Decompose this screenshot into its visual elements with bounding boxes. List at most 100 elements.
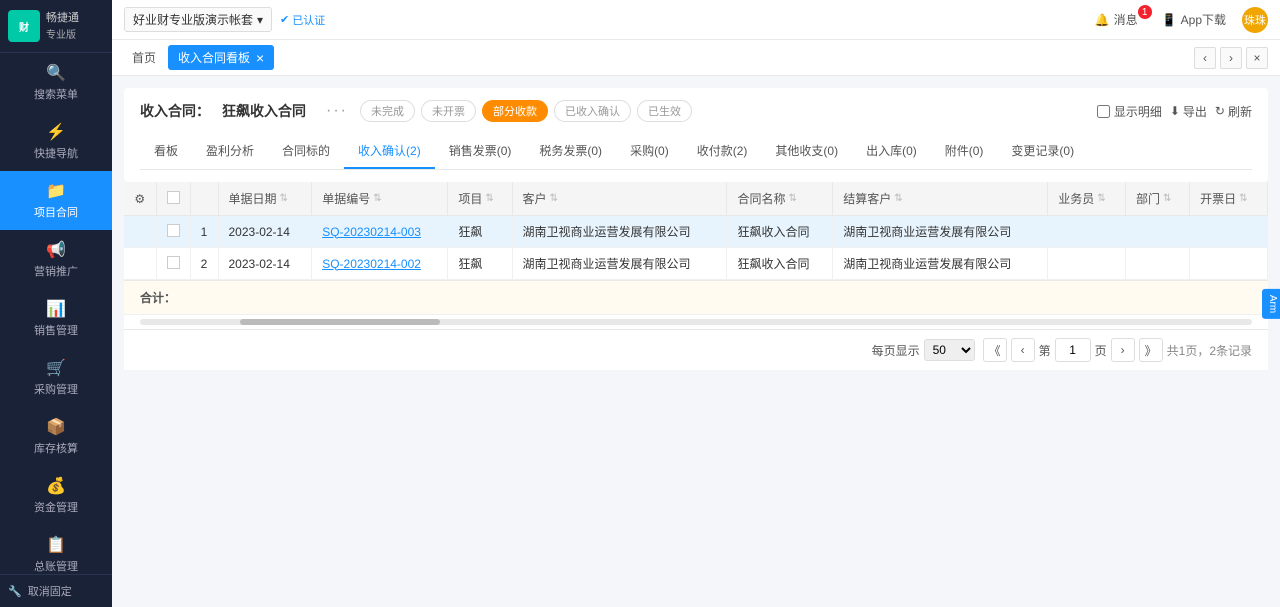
export-button[interactable]: ⬇ 导出: [1170, 103, 1207, 120]
sidebar-item-quick-nav[interactable]: ⚡ 快捷导航: [0, 112, 112, 171]
scrollbar-track[interactable]: [140, 319, 1252, 325]
app-label: App下载: [1181, 11, 1226, 28]
show-detail-label: 显示明细: [1114, 103, 1162, 120]
cell-doc-no[interactable]: SQ-20230214-002: [312, 248, 448, 280]
th-salesperson[interactable]: 业务员⇅: [1048, 182, 1126, 216]
tab-close-button[interactable]: ×: [256, 50, 264, 66]
sidebar-item-inventory[interactable]: 📦 库存核算: [0, 407, 112, 466]
th-checkbox[interactable]: [156, 182, 190, 216]
row-checkbox[interactable]: [167, 256, 180, 269]
status-effective[interactable]: 已生效: [637, 100, 692, 122]
marketing-icon: 📢: [46, 240, 66, 260]
cell-settings: [124, 216, 156, 248]
page-first-button[interactable]: 《: [983, 338, 1007, 362]
page-last-button[interactable]: 》: [1139, 338, 1163, 362]
doc-no-link[interactable]: SQ-20230214-003: [322, 225, 421, 239]
tab-dashboard[interactable]: 看板: [140, 134, 192, 169]
table-footer: 合计：: [124, 280, 1268, 314]
th-settlement-label: 结算客户: [843, 190, 891, 207]
more-button[interactable]: ···: [326, 102, 348, 120]
th-open-date[interactable]: 开票日⇅: [1190, 182, 1268, 216]
tab-close-all-button[interactable]: ×: [1246, 47, 1268, 69]
message-button[interactable]: 🔔 1 消息: [1095, 11, 1146, 28]
app-download-button[interactable]: 📱 App下载: [1162, 11, 1226, 28]
table-row[interactable]: 1 2023-02-14 SQ-20230214-003 狂飙 湖南卫视商业运营…: [124, 216, 1268, 248]
status-incomplete[interactable]: 未完成: [360, 100, 415, 122]
cell-checkbox[interactable]: [156, 248, 190, 280]
cell-contract-name: 狂飙收入合同: [727, 216, 833, 248]
right-action-panel[interactable]: Arm: [1262, 288, 1280, 318]
status-partial-collected[interactable]: 部分收款: [482, 100, 548, 122]
tab-other-income[interactable]: 其他收支(0): [761, 134, 852, 169]
sidebar-item-sales[interactable]: 📊 销售管理: [0, 289, 112, 348]
tab-sales-invoice[interactable]: 销售发票(0): [435, 134, 526, 169]
tab-contract-mark[interactable]: 合同标的: [268, 134, 344, 169]
cell-settings: [124, 248, 156, 280]
per-page-selector: 每页显示 20 50 100: [872, 339, 975, 361]
sidebar-item-purchase[interactable]: 🛒 采购管理: [0, 348, 112, 407]
th-dept[interactable]: 部门⇅: [1126, 182, 1190, 216]
tab-attachments[interactable]: 附件(0): [931, 134, 998, 169]
cell-open-date: [1190, 216, 1268, 248]
sidebar-item-finance[interactable]: 💰 资金管理: [0, 466, 112, 525]
per-page-select[interactable]: 20 50 100: [924, 339, 975, 361]
tab-revenue-confirm[interactable]: 收入确认(2): [344, 134, 435, 169]
th-doc-no[interactable]: 单据编号⇅: [312, 182, 448, 216]
scrollbar-area[interactable]: [124, 314, 1268, 329]
tab-home[interactable]: 首页: [124, 45, 164, 70]
sidebar-item-project[interactable]: 📁 项目合同: [0, 171, 112, 230]
th-project[interactable]: 项目⇅: [448, 182, 512, 216]
table-row[interactable]: 2 2023-02-14 SQ-20230214-002 狂飙 湖南卫视商业运营…: [124, 248, 1268, 280]
th-date-label: 单据日期: [229, 190, 277, 207]
show-detail-checkbox[interactable]: 显示明细: [1097, 103, 1162, 120]
doc-no-link[interactable]: SQ-20230214-002: [322, 257, 421, 271]
avatar-text: 珠珠: [1244, 12, 1266, 28]
sidebar-item-marketing[interactable]: 📢 营销推广: [0, 230, 112, 289]
tab-profit[interactable]: 盈利分析: [192, 134, 268, 169]
avatar: 珠珠: [1242, 7, 1268, 33]
row-checkbox[interactable]: [167, 224, 180, 237]
sidebar-unpin[interactable]: 🔧 取消固定: [0, 574, 112, 607]
th-date[interactable]: 单据日期⇅: [218, 182, 312, 216]
refresh-button[interactable]: ↻ 刷新: [1215, 103, 1252, 120]
sidebar-item-general[interactable]: 📋 总账管理: [0, 525, 112, 574]
column-settings-icon[interactable]: ⚙: [134, 192, 145, 206]
app-edition: 专业版: [46, 26, 79, 41]
cell-contract-name: 狂飙收入合同: [727, 248, 833, 280]
user-profile[interactable]: 珠珠: [1242, 7, 1268, 33]
table-body: 1 2023-02-14 SQ-20230214-003 狂飙 湖南卫视商业运营…: [124, 216, 1268, 280]
sidebar-label-marketing: 营销推广: [34, 263, 78, 279]
page-prev-button[interactable]: ‹: [1011, 338, 1035, 362]
message-label: 消息: [1114, 11, 1138, 28]
tab-inout[interactable]: 出入库(0): [852, 134, 931, 169]
th-project-label: 项目: [458, 190, 482, 207]
th-settlement-customer[interactable]: 结算客户⇅: [833, 182, 1048, 216]
page-input[interactable]: [1055, 338, 1091, 362]
tab-change-log[interactable]: 变更记录(0): [997, 134, 1088, 169]
th-contract-name[interactable]: 合同名称⇅: [727, 182, 833, 216]
tab-next-button[interactable]: ›: [1220, 47, 1242, 69]
tab-contract-board[interactable]: 收入合同看板 ×: [168, 45, 274, 70]
box-icon: 📦: [46, 417, 66, 437]
page-suffix: 页: [1095, 342, 1107, 359]
company-selector[interactable]: 好业财专业版演示帐套 ▾: [124, 7, 272, 32]
select-all-checkbox[interactable]: [167, 191, 180, 204]
status-confirmed[interactable]: 已收入确认: [554, 100, 631, 122]
show-detail-input[interactable]: [1097, 105, 1110, 118]
status-not-invoiced[interactable]: 未开票: [421, 100, 476, 122]
tab-prev-button[interactable]: ‹: [1194, 47, 1216, 69]
contract-title-bar: 收入合同： 狂飙收入合同 ··· 未完成 未开票 部分收款 已收入确认 已生效 …: [140, 100, 1252, 122]
sidebar-item-search[interactable]: 🔍 搜索菜单: [0, 53, 112, 112]
cell-checkbox[interactable]: [156, 216, 190, 248]
tab-nav: ‹ › ×: [1194, 47, 1268, 69]
tab-tax-invoice[interactable]: 税务发票(0): [525, 134, 616, 169]
scrollbar-thumb[interactable]: [240, 319, 440, 325]
table-header-row: ⚙ 单据日期⇅ 单据编号⇅ 项目⇅: [124, 182, 1268, 216]
th-customer[interactable]: 客户⇅: [512, 182, 727, 216]
th-settings[interactable]: ⚙: [124, 182, 156, 216]
page-next-button[interactable]: ›: [1111, 338, 1135, 362]
cell-doc-no[interactable]: SQ-20230214-003: [312, 216, 448, 248]
tab-payment[interactable]: 收付款(2): [683, 134, 762, 169]
tab-purchase[interactable]: 采购(0): [616, 134, 683, 169]
sort-contract-icon: ⇅: [788, 193, 796, 204]
